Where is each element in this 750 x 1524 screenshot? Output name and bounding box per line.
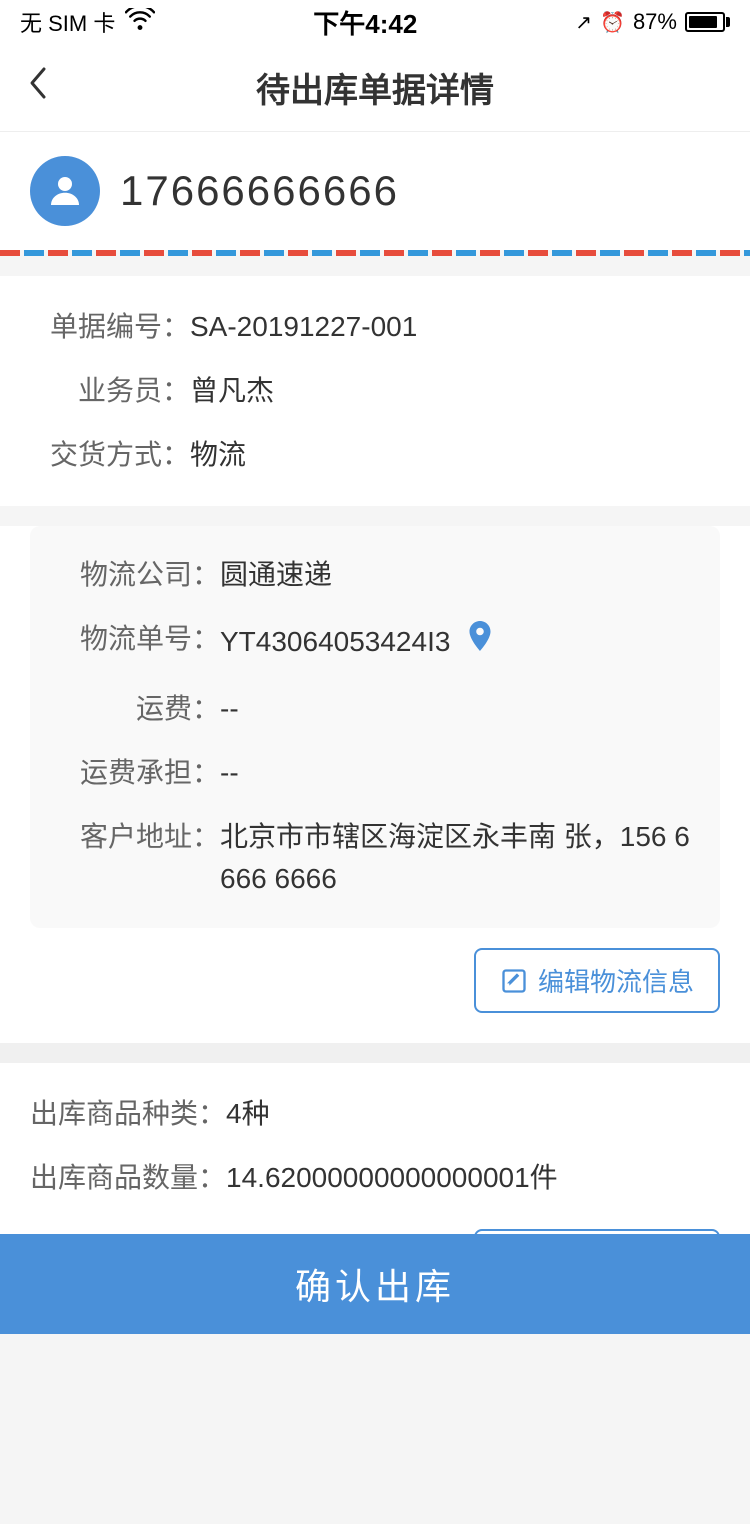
item-qty-value: 14.62000000000000001件 bbox=[226, 1157, 720, 1199]
alarm-icon: ⏰ bbox=[600, 10, 625, 35]
logistics-tracking-value: YT43064053424I3 bbox=[220, 618, 690, 666]
order-number-value: SA-20191227-001 bbox=[190, 306, 720, 348]
item-types-row: 出库商品种类： 4种 bbox=[30, 1093, 720, 1135]
bottom-spacer bbox=[0, 1324, 750, 1524]
freight-bearer-row: 运费承担： -- bbox=[60, 752, 690, 794]
back-button[interactable] bbox=[24, 61, 52, 114]
edit-logistics-button[interactable]: 编辑物流信息 bbox=[474, 948, 720, 1013]
item-qty-label: 出库商品数量： bbox=[30, 1157, 226, 1199]
delivery-label: 交货方式： bbox=[30, 434, 190, 476]
logistics-tracking-label: 物流单号： bbox=[60, 618, 220, 660]
section-divider bbox=[0, 1043, 750, 1063]
edit-icon bbox=[500, 967, 528, 995]
page-title: 待出库单据详情 bbox=[256, 63, 494, 112]
item-types-value: 4种 bbox=[226, 1093, 720, 1135]
confirm-button-label: 确认出库 bbox=[295, 1258, 455, 1310]
address-row: 客户地址： 北京市市辖区海淀区永丰南 张，156 6666 6666 bbox=[60, 816, 690, 900]
edit-logistics-area: 编辑物流信息 bbox=[30, 948, 720, 1013]
logistics-tracking-row: 物流单号： YT43064053424I3 bbox=[60, 618, 690, 666]
location-pin-icon[interactable] bbox=[462, 618, 498, 666]
dashed-divider bbox=[0, 250, 750, 256]
status-time: 下午4:42 bbox=[313, 4, 417, 41]
nav-bar: 待出库单据详情 bbox=[0, 44, 750, 132]
user-header: 17666666666 bbox=[0, 132, 750, 250]
delivery-value: 物流 bbox=[190, 434, 720, 476]
logistics-company-row: 物流公司： 圆通速递 bbox=[60, 554, 690, 596]
salesman-value: 曾凡杰 bbox=[190, 370, 720, 412]
logistics-section: 物流公司： 圆通速递 物流单号： YT43064053424I3 运费： -- … bbox=[0, 526, 750, 1043]
freight-value: -- bbox=[220, 688, 690, 730]
order-info-section: 单据编号： SA-20191227-001 业务员： 曾凡杰 交货方式： 物流 bbox=[0, 276, 750, 506]
freight-row: 运费： -- bbox=[60, 688, 690, 730]
order-number-label: 单据编号： bbox=[30, 306, 190, 348]
battery-icon bbox=[685, 12, 730, 32]
status-left: 无 SIM 卡 bbox=[20, 6, 155, 38]
address-label: 客户地址： bbox=[60, 816, 220, 858]
freight-label: 运费： bbox=[60, 688, 220, 730]
avatar bbox=[30, 156, 100, 226]
salesman-label: 业务员： bbox=[30, 370, 190, 412]
item-types-label: 出库商品种类： bbox=[30, 1093, 226, 1135]
edit-logistics-label: 编辑物流信息 bbox=[538, 962, 694, 999]
carrier-label: 无 SIM 卡 bbox=[20, 6, 115, 38]
logistics-company-label: 物流公司： bbox=[60, 554, 220, 596]
location-icon: ↗ bbox=[575, 10, 592, 35]
salesman-row: 业务员： 曾凡杰 bbox=[30, 370, 720, 412]
user-phone: 17666666666 bbox=[120, 167, 399, 215]
order-number-row: 单据编号： SA-20191227-001 bbox=[30, 306, 720, 348]
freight-bearer-label: 运费承担： bbox=[60, 752, 220, 794]
logistics-card: 物流公司： 圆通速递 物流单号： YT43064053424I3 运费： -- … bbox=[30, 526, 720, 928]
status-bar: 无 SIM 卡 下午4:42 ↗ ⏰ 87% bbox=[0, 0, 750, 44]
item-qty-row: 出库商品数量： 14.62000000000000001件 bbox=[30, 1157, 720, 1199]
battery-percent: 87% bbox=[633, 9, 677, 35]
address-value: 北京市市辖区海淀区永丰南 张，156 6666 6666 bbox=[220, 816, 690, 900]
logistics-company-value: 圆通速递 bbox=[220, 554, 690, 596]
wifi-icon bbox=[125, 8, 155, 36]
status-right: ↗ ⏰ 87% bbox=[575, 9, 730, 35]
freight-bearer-value: -- bbox=[220, 752, 690, 794]
confirm-button[interactable]: 确认出库 bbox=[0, 1234, 750, 1334]
delivery-row: 交货方式： 物流 bbox=[30, 434, 720, 476]
